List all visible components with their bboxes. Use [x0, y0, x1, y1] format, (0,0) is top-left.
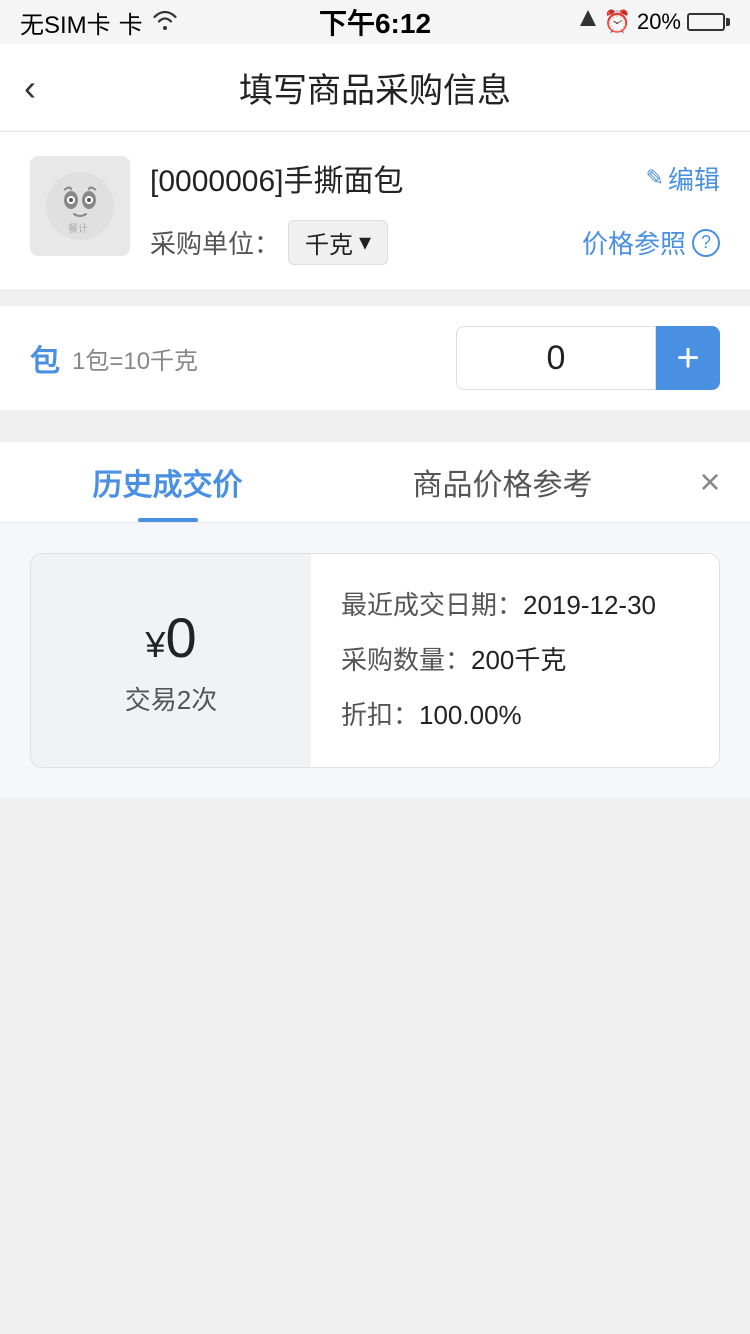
detail-qty-row: 采购数量：200千克	[341, 641, 689, 680]
quantity-right: 0 +	[456, 326, 720, 390]
price-ref-help-icon: ?	[692, 229, 720, 257]
product-info: [0000006]手撕面包 ✎ 编辑 采购单位： 千克 ▾ 价格参照 ?	[150, 156, 720, 265]
qty-label: 采购数量：	[341, 645, 471, 675]
quantity-plus-button[interactable]: +	[656, 326, 720, 390]
quantity-input[interactable]: 0	[456, 326, 656, 390]
status-left: 无SIM卡 卡	[20, 5, 179, 40]
discount-value: 100.00%	[419, 700, 522, 730]
dropdown-arrow-icon: ▾	[359, 228, 371, 257]
tabs-header: 历史成交价 商品价格参考 ×	[0, 442, 750, 523]
nav-bar: ‹ 填写商品采购信息	[0, 44, 750, 132]
transaction-count-label: 交易2次	[125, 680, 217, 717]
alarm-icon: ⏰	[604, 9, 631, 35]
wifi-icon	[151, 8, 179, 37]
quantity-left: 包 1包=10千克	[30, 336, 198, 380]
currency-symbol: ¥	[145, 624, 165, 665]
detail-discount-row: 折扣：100.00%	[341, 696, 689, 735]
date-label: 最近成交日期：	[341, 590, 523, 620]
product-image: 餐计	[30, 156, 130, 256]
battery-percent: 20%	[637, 9, 681, 35]
location-icon	[578, 8, 598, 36]
status-time: 下午6:12	[319, 2, 431, 42]
unit-label: 采购单位： 千克 ▾	[150, 220, 388, 265]
sim-card-label: 卡	[119, 5, 143, 40]
discount-label: 折扣：	[341, 700, 419, 730]
product-header: [0000006]手撕面包 ✎ 编辑	[150, 156, 720, 200]
page-title: 填写商品采购信息	[239, 63, 511, 112]
section-divider-1	[0, 289, 750, 305]
transaction-price-panel: ¥0 交易2次	[31, 554, 311, 767]
no-sim-label: 无SIM卡	[20, 5, 111, 40]
transaction-price-value: ¥0	[145, 605, 196, 670]
bag-unit-label: 包	[30, 336, 60, 380]
quantity-value: 0	[547, 339, 566, 378]
detail-date-row: 最近成交日期：2019-12-30	[341, 586, 689, 625]
qty-value: 200千克	[471, 645, 566, 675]
tab-product-price-ref[interactable]: 商品价格参考	[335, 442, 670, 522]
tab-content-history: ¥0 交易2次 最近成交日期：2019-12-30 采购数量：200千克 折扣：…	[0, 523, 750, 798]
unit-select-dropdown[interactable]: 千克 ▾	[288, 220, 388, 265]
plus-icon: +	[676, 336, 699, 381]
tab-history-price[interactable]: 历史成交价	[0, 442, 335, 522]
section-divider-2	[0, 410, 750, 426]
bag-description: 1包=10千克	[72, 341, 198, 376]
close-icon: ×	[699, 461, 720, 503]
svg-text:餐计: 餐计	[68, 222, 88, 235]
status-right: ⏰ 20%	[578, 8, 730, 36]
status-bar: 无SIM卡 卡 下午6:12 ⏰ 20%	[0, 0, 750, 44]
product-name: [0000006]手撕面包	[150, 156, 403, 200]
product-unit-row: 采购单位： 千克 ▾ 价格参照 ?	[150, 220, 720, 265]
back-button[interactable]: ‹	[24, 67, 36, 109]
product-card: 餐计 [0000006]手撕面包 ✎ 编辑 采购单位： 千克 ▾ 价格参照	[0, 132, 750, 289]
edit-button[interactable]: ✎ 编辑	[646, 160, 720, 197]
battery-icon	[687, 13, 730, 31]
edit-icon: ✎	[646, 165, 664, 191]
date-value: 2019-12-30	[523, 590, 656, 620]
transaction-card: ¥0 交易2次 最近成交日期：2019-12-30 采购数量：200千克 折扣：…	[30, 553, 720, 768]
tab-active-underline	[138, 518, 198, 522]
price-reference-button[interactable]: 价格参照 ?	[582, 224, 720, 261]
tabs-section: 历史成交价 商品价格参考 × ¥0 交易2次 最近成交日期：2019-12-30	[0, 442, 750, 798]
transaction-details-panel: 最近成交日期：2019-12-30 采购数量：200千克 折扣：100.00%	[311, 554, 719, 767]
quantity-section: 包 1包=10千克 0 +	[0, 305, 750, 410]
tab-close-button[interactable]: ×	[670, 442, 750, 522]
